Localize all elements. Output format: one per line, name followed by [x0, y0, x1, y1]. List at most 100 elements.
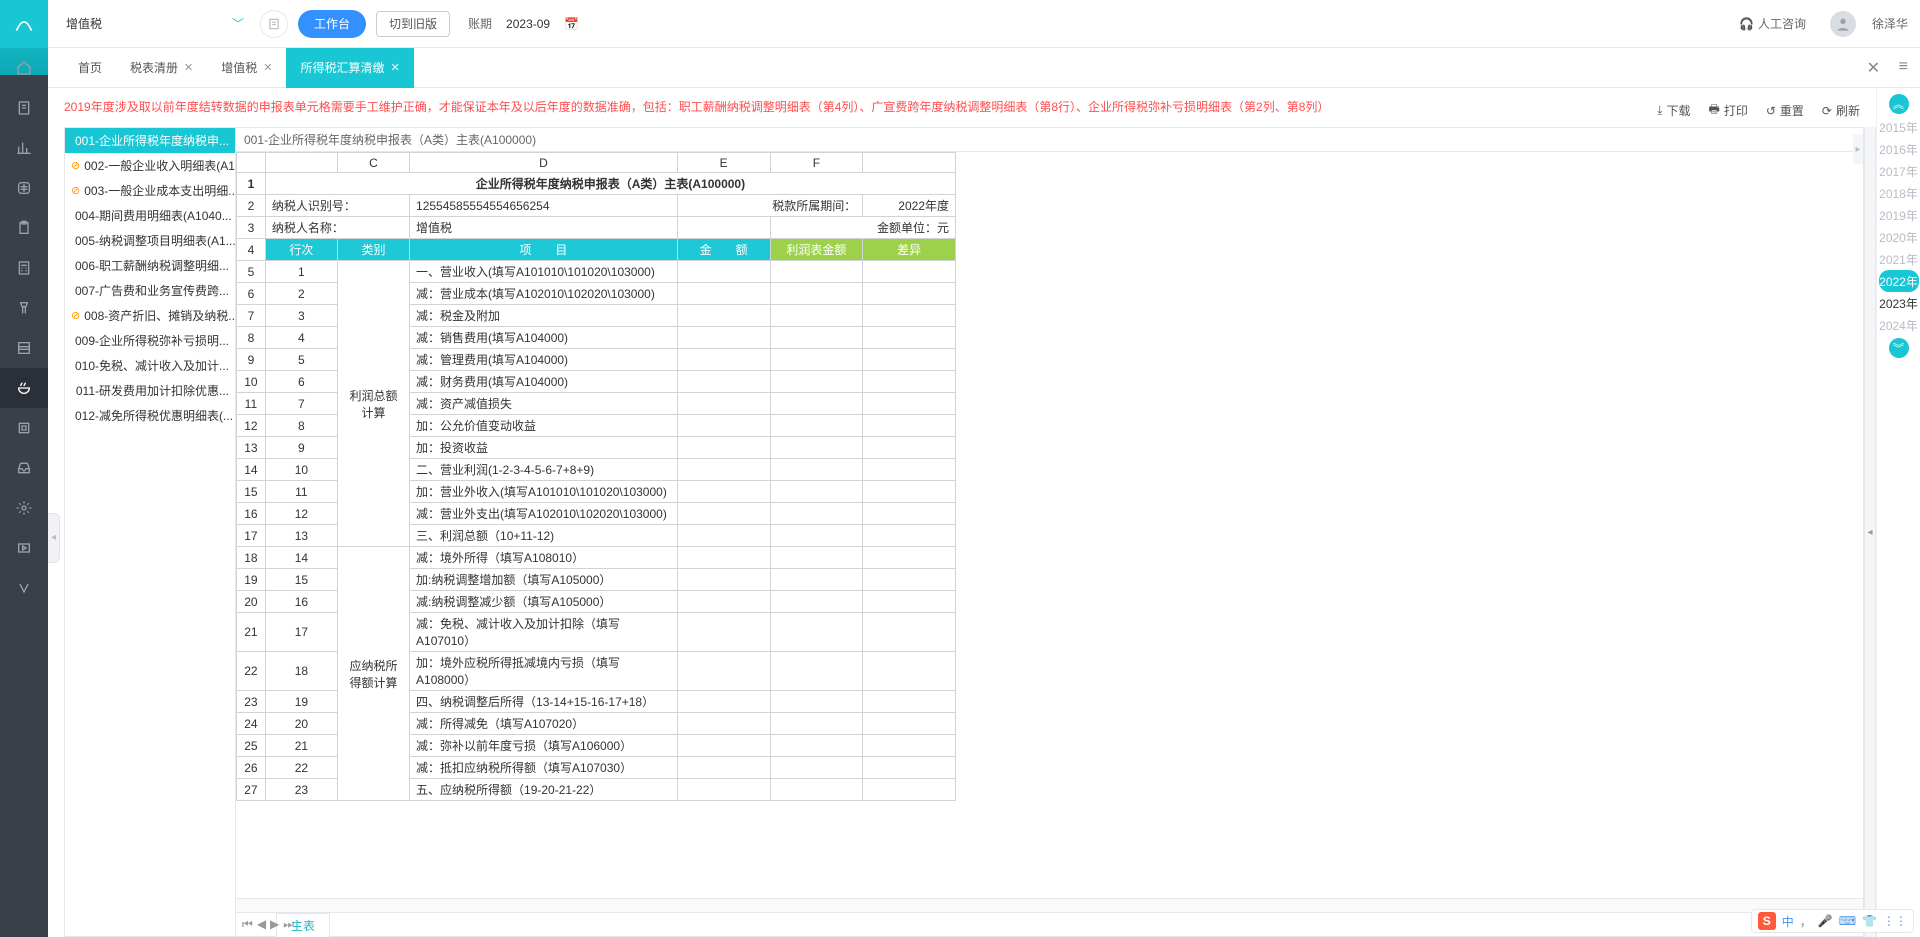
cell[interactable] [677, 652, 770, 691]
collapse-year-handle[interactable]: ◂ [1864, 127, 1876, 937]
history-button[interactable] [260, 10, 288, 38]
nav-calc-icon[interactable] [0, 248, 48, 288]
cell[interactable] [677, 713, 770, 735]
refresh-button[interactable]: ⟳ 刷新 [1822, 100, 1860, 121]
nav-bowl-icon[interactable] [0, 368, 48, 408]
cell[interactable] [770, 437, 863, 459]
cell[interactable] [863, 371, 956, 393]
cell[interactable] [677, 327, 770, 349]
sheet-nav-next-icon[interactable]: ▶ [270, 917, 279, 932]
consult-link[interactable]: 🎧人工咨询 [1739, 15, 1806, 32]
reset-button[interactable]: ↺ 重置 [1766, 100, 1804, 121]
org-selector[interactable]: 增值税 ﹀ [60, 9, 250, 39]
year-2016年[interactable]: 2016年 [1879, 138, 1919, 160]
cell[interactable] [677, 283, 770, 305]
cell[interactable] [863, 415, 956, 437]
cell[interactable] [770, 691, 863, 713]
cell[interactable] [770, 735, 863, 757]
nav-tag-icon[interactable] [0, 288, 48, 328]
cell[interactable] [770, 713, 863, 735]
year-2015年[interactable]: 2015年 [1879, 116, 1919, 138]
cell[interactable] [770, 613, 863, 652]
cell[interactable] [770, 503, 863, 525]
cell[interactable] [770, 459, 863, 481]
sheet-list-item[interactable]: ⊘003-一般企业成本支出明细... [65, 178, 235, 203]
cell[interactable] [677, 415, 770, 437]
cell[interactable] [863, 305, 956, 327]
cell[interactable] [677, 503, 770, 525]
switch-old-button[interactable]: 切到旧版 [376, 11, 450, 37]
ime-kbd-icon[interactable]: ⌨ [1839, 914, 1856, 928]
ime-skin-icon[interactable]: 👕 [1862, 914, 1877, 928]
tab-menu-icon[interactable]: ≡ [1899, 58, 1908, 76]
sheet-nav-prev-icon[interactable]: ◀ [257, 917, 266, 932]
nav-v-icon[interactable] [0, 568, 48, 608]
cell[interactable] [677, 569, 770, 591]
nav-home-icon[interactable] [0, 48, 48, 88]
cell[interactable] [770, 481, 863, 503]
nav-box-icon[interactable] [0, 408, 48, 448]
cell[interactable] [770, 305, 863, 327]
sheet-list-item[interactable]: 004-期间费用明细表(A1040... [65, 203, 235, 228]
cell[interactable] [863, 569, 956, 591]
nav-gear-icon[interactable] [0, 488, 48, 528]
cell[interactable] [863, 283, 956, 305]
cell[interactable] [677, 393, 770, 415]
year-2019年[interactable]: 2019年 [1879, 204, 1919, 226]
sheet-list-item[interactable]: ⊘002-一般企业收入明细表(A1... [65, 153, 235, 178]
cell[interactable] [863, 459, 956, 481]
tab-增值税[interactable]: 增值税✕ [207, 48, 286, 88]
cell[interactable] [863, 393, 956, 415]
avatar[interactable] [1830, 11, 1856, 37]
ime-mic-icon[interactable]: 🎤 [1818, 914, 1833, 928]
year-2021年[interactable]: 2021年 [1879, 248, 1919, 270]
cell[interactable] [770, 757, 863, 779]
cell[interactable] [770, 591, 863, 613]
cell[interactable] [863, 591, 956, 613]
close-icon[interactable]: ✕ [184, 61, 193, 74]
tab-所得税汇算清缴[interactable]: 所得税汇算清缴✕ [286, 48, 413, 88]
tab-首页[interactable]: 首页 [64, 48, 116, 88]
year-2023年[interactable]: 2023年 [1879, 292, 1919, 314]
cell[interactable] [863, 327, 956, 349]
cell[interactable] [677, 371, 770, 393]
collapse-left-handle[interactable]: ◂ [48, 513, 60, 563]
cell[interactable] [770, 283, 863, 305]
nav-chart-icon[interactable] [0, 128, 48, 168]
cell[interactable] [770, 349, 863, 371]
year-up-icon[interactable]: ︽ [1889, 94, 1909, 114]
nav-money-icon[interactable] [0, 168, 48, 208]
cell[interactable] [863, 757, 956, 779]
sheet-nav-first-icon[interactable]: ⏮ [242, 917, 253, 932]
horizontal-scrollbar[interactable] [236, 898, 1863, 912]
cell[interactable] [677, 261, 770, 283]
cell[interactable] [677, 691, 770, 713]
cell[interactable] [863, 652, 956, 691]
close-icon[interactable]: ✕ [263, 61, 272, 74]
ime-toolbar[interactable]: S 中 ， 🎤 ⌨ 👕 ⋮⋮ [1751, 909, 1914, 933]
cell[interactable] [677, 349, 770, 371]
cell[interactable] [863, 691, 956, 713]
cell[interactable] [863, 735, 956, 757]
cell[interactable] [677, 757, 770, 779]
cell[interactable] [677, 591, 770, 613]
sheet-list-item[interactable]: 011-研发费用加计扣除优惠... [65, 378, 235, 403]
cell[interactable] [770, 652, 863, 691]
sheet-list-item[interactable]: 007-广告费和业务宣传费跨... [65, 278, 235, 303]
cell[interactable] [677, 547, 770, 569]
calendar-icon[interactable]: 📅 [564, 17, 579, 31]
cell[interactable] [863, 547, 956, 569]
cell[interactable] [863, 779, 956, 801]
cell[interactable] [863, 261, 956, 283]
cell[interactable] [770, 779, 863, 801]
cell[interactable] [770, 415, 863, 437]
cell[interactable] [677, 613, 770, 652]
cell[interactable] [770, 525, 863, 547]
sheet-list-item[interactable]: 009-企业所得税弥补亏损明... [65, 328, 235, 353]
print-button[interactable]: 🖶 打印 [1709, 100, 1748, 121]
year-2018年[interactable]: 2018年 [1879, 182, 1919, 204]
nav-grid-icon[interactable] [0, 328, 48, 368]
close-all-tabs-icon[interactable]: ✕ [1867, 58, 1880, 78]
cell[interactable] [863, 437, 956, 459]
workbench-button[interactable]: 工作台 [298, 10, 366, 38]
